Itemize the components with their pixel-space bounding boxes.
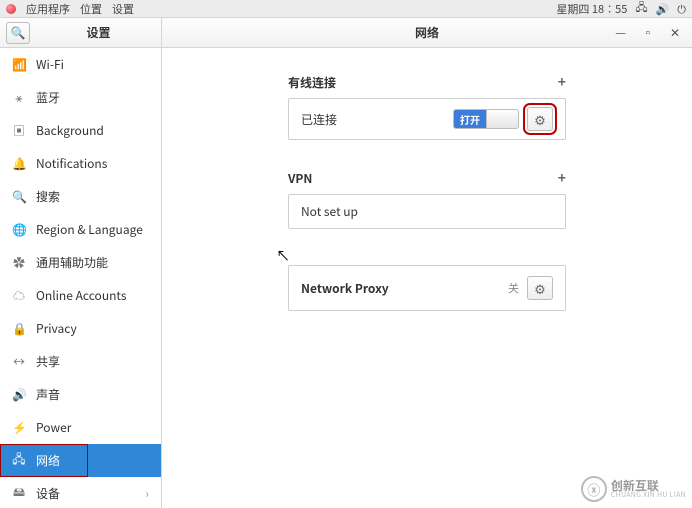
globe-icon: 🌐 [12,221,26,238]
add-vpn-button[interactable]: + [558,168,566,188]
sidebar-item-background[interactable]: ▣ Background [0,114,161,147]
bluetooth-icon: ⚹ [12,89,26,106]
settings-sidebar: 📶 Wi-Fi ⚹ 蓝牙 ▣ Background 🔔 Notifications 🔍 搜… [0,48,162,508]
toggle-on-label: 打开 [454,110,486,128]
sidebar-item-label: 通用辅助功能 [36,254,108,271]
wifi-icon: 📶 [12,56,26,73]
gear-icon: ⚙ [534,110,546,129]
lock-icon: 🔒 [12,320,26,337]
sidebar-item-label: Wi-Fi [36,56,64,73]
sidebar-item-label: 蓝牙 [36,89,60,106]
menu-applications[interactable]: 应用程序 [26,1,70,17]
sidebar-item-label: 搜索 [36,188,60,205]
sidebar-item-power[interactable]: ⚡ Power [0,411,161,444]
search-button[interactable]: 🔍 [6,22,30,44]
window-maximize-button[interactable]: ▫ [642,24,654,41]
network-tray-icon[interactable]: 🖧 [635,0,647,18]
menu-settings[interactable]: 设置 [112,1,134,17]
volume-tray-icon[interactable]: 🔊 [656,1,670,17]
cloud-icon: ☁ [12,287,26,304]
background-icon: ▣ [12,122,26,139]
bell-icon: 🔔 [12,155,26,172]
sidebar-item-sound[interactable]: 🔊 声音 [0,378,161,411]
sidebar-item-label: Online Accounts [36,287,126,304]
sidebar-item-sharing[interactable]: ↔ 共享 [0,345,161,378]
wired-heading: 有线连接 [288,74,336,91]
gear-icon: ⚙ [534,279,546,298]
sidebar-item-bluetooth[interactable]: ⚹ 蓝牙 [0,81,161,114]
sidebar-item-notifications[interactable]: 🔔 Notifications [0,147,161,180]
activities-icon[interactable] [6,4,16,14]
sidebar-item-label: Background [36,122,104,139]
clock-label: 星期四 18∶55 [556,1,627,17]
search-icon: 🔍 [12,188,26,205]
sidebar-item-label: Power [36,419,71,436]
window-minimize-button[interactable]: — [615,24,626,41]
sidebar-item-network[interactable]: 🖧 网络 [0,444,161,477]
wired-toggle[interactable]: 打开 [453,109,519,129]
watermark-logo: ⓧ [581,476,607,502]
sidebar-item-label: Privacy [36,320,77,337]
speaker-icon: 🔊 [12,386,26,403]
sidebar-item-wifi[interactable]: 📶 Wi-Fi [0,48,161,81]
chevron-right-icon: › [145,485,149,502]
sidebar-item-privacy[interactable]: 🔒 Privacy [0,312,161,345]
vpn-status-label: Not set up [301,203,553,220]
sidebar-item-accessibility[interactable]: ✿ 通用辅助功能 [0,246,161,279]
watermark: ⓧ 创新互联 CHUANG XIN HU LIAN [581,476,686,502]
add-wired-button[interactable]: + [558,72,566,92]
menu-places[interactable]: 位置 [80,1,102,17]
search-icon: 🔍 [11,24,26,41]
wired-settings-button[interactable]: ⚙ [527,107,553,131]
sidebar-item-online-accounts[interactable]: ☁ Online Accounts [0,279,161,312]
sidebar-item-label: Notifications [36,155,107,172]
toggle-knob [486,110,518,128]
sidebar-item-label: 网络 [36,452,60,469]
panel-title: 网络 [162,24,692,41]
network-panel: ↖ 有线连接 + 已连接 打开 ⚙ [162,48,692,508]
proxy-label: Network Proxy [301,280,389,297]
window-close-button[interactable]: ✕ [670,24,680,41]
sidebar-item-label: 声音 [36,386,60,403]
devices-icon: 🖴 [12,483,26,504]
accessibility-icon: ✿ [12,254,26,271]
sidebar-item-search[interactable]: 🔍 搜索 [0,180,161,213]
sidebar-item-region-language[interactable]: 🌐 Region & Language [0,213,161,246]
power-icon: ⚡ [12,419,26,436]
settings-title: 设置 [36,24,161,41]
share-icon: ↔ [12,353,26,370]
sidebar-item-label: 设备 [36,485,60,502]
wired-status-label: 已连接 [301,111,453,128]
proxy-settings-button[interactable]: ⚙ [527,276,553,300]
power-tray-icon[interactable]: ⏻ [677,1,686,17]
sidebar-item-devices[interactable]: 🖴 设备 › [0,477,161,508]
proxy-state-label: 关 [508,280,519,296]
watermark-en: CHUANG XIN HU LIAN [611,492,686,499]
sidebar-item-label: 共享 [36,353,60,370]
vpn-heading: VPN [288,170,312,187]
network-icon: 🖧 [12,450,26,471]
sidebar-item-label: Region & Language [36,221,143,238]
mouse-cursor: ↖ [276,246,290,266]
